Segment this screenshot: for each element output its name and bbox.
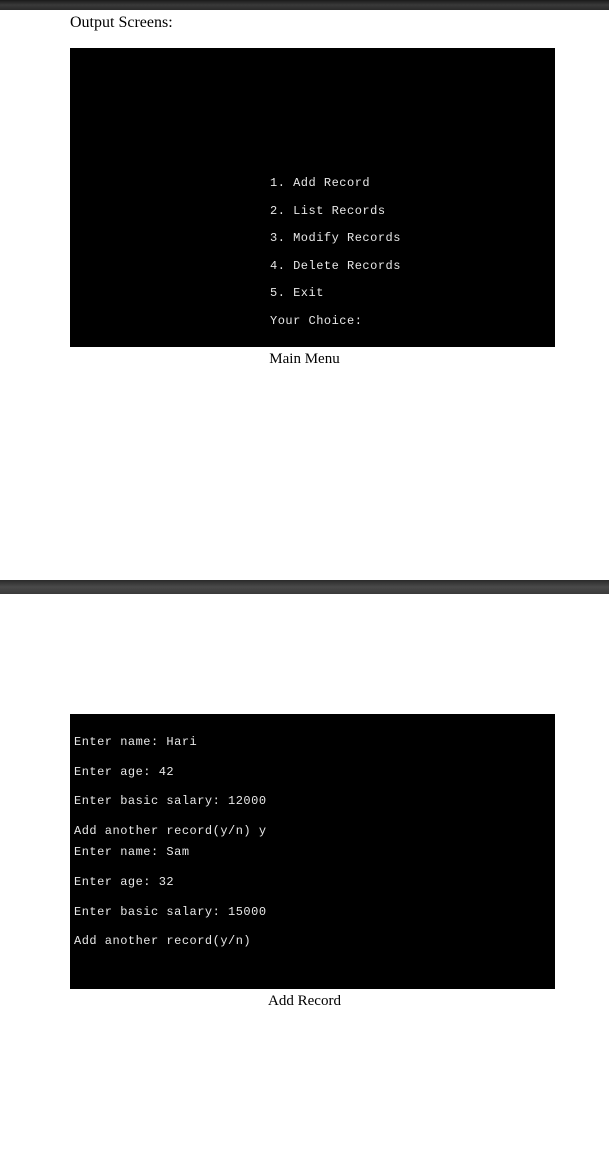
terminal-line: Enter basic salary: 12000	[74, 791, 551, 813]
terminal-line: Enter name: Hari	[74, 732, 551, 754]
menu-item: 2. List Records	[270, 201, 555, 223]
terminal-line: Enter name: Sam	[74, 842, 551, 864]
menu-item: 3. Modify Records	[270, 228, 555, 250]
menu-item: 1. Add Record	[270, 173, 555, 195]
terminal-line: Add another record(y/n)	[74, 931, 551, 953]
section-heading: Output Screens:	[70, 14, 539, 32]
caption-add-record: Add Record	[70, 993, 539, 1010]
top-bar	[0, 0, 609, 10]
menu-item: 4. Delete Records	[270, 256, 555, 278]
terminal-add-record: Enter name: Hari Enter age: 42 Enter bas…	[70, 714, 555, 989]
terminal-line: Enter basic salary: 15000	[74, 902, 551, 924]
divider-bar	[0, 580, 609, 594]
terminal-line: Add another record(y/n) y	[74, 821, 551, 843]
terminal-line: Enter age: 42	[74, 762, 551, 784]
menu-item: 5. Exit	[270, 283, 555, 305]
caption-main-menu: Main Menu	[70, 351, 539, 368]
terminal-line: Enter age: 32	[74, 872, 551, 894]
menu-prompt: Your Choice:	[270, 311, 555, 333]
terminal-main-menu: 1. Add Record 2. List Records 3. Modify …	[70, 48, 555, 347]
